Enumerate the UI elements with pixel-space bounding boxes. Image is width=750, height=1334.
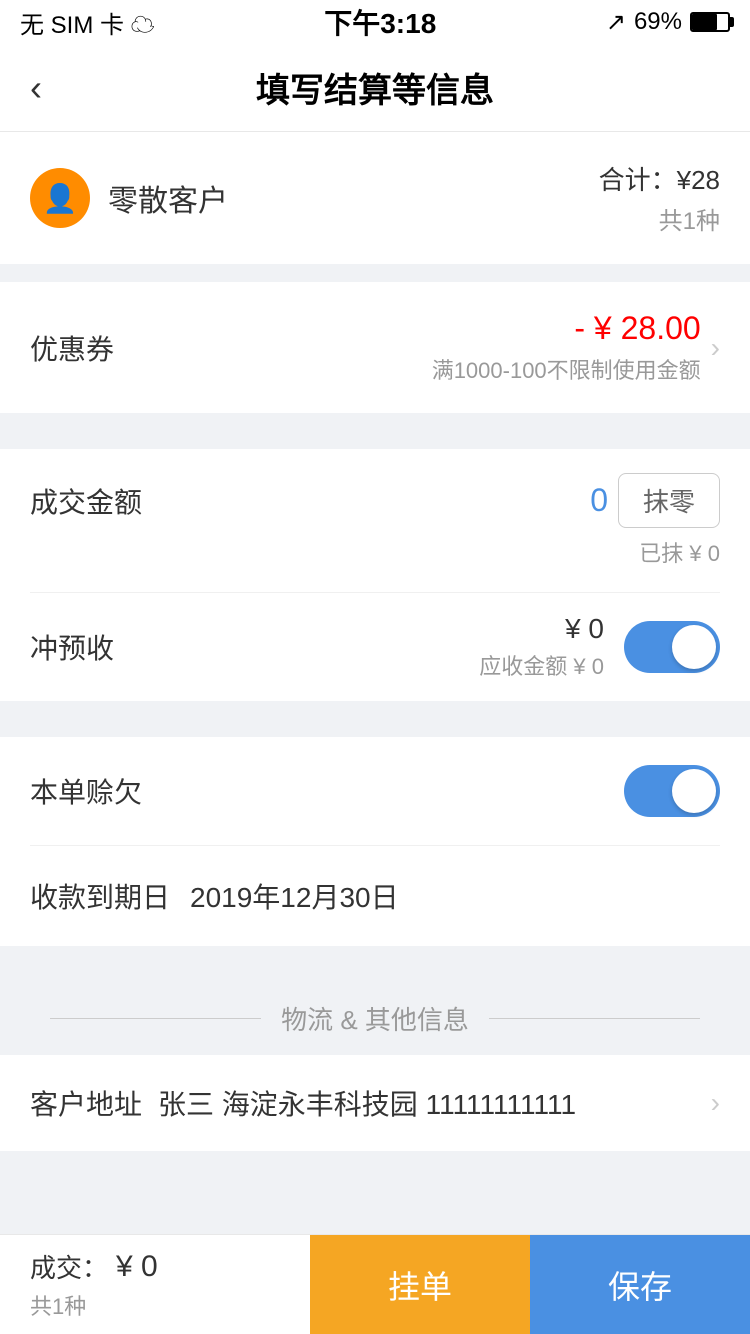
deal-amount-right: 0 抹零 — [590, 473, 720, 528]
status-right: ↗ 69% — [606, 8, 730, 37]
bottom-bar: 成交： ¥ 0 共1种 挂单 保存 — [0, 1234, 750, 1334]
logistics-title: 物流 & 其他信息 — [281, 1000, 469, 1037]
total-count: 共1种 — [599, 201, 720, 236]
address-label: 客户地址 — [30, 1083, 142, 1123]
section-divider-2 — [0, 719, 750, 737]
logistics-header: 物流 & 其他信息 — [0, 982, 750, 1055]
address-section[interactable]: 客户地址 张三 海淀永丰科技园 11111111111 › — [0, 1055, 750, 1151]
prepay-row: 冲预收 ¥ 0 应收金额 ¥ 0 — [0, 593, 750, 701]
coupon-chevron-icon: › — [711, 332, 720, 364]
deal-amount-row: 成交金额 0 抹零 已抹 ¥ 0 — [0, 449, 750, 592]
prepay-main-amount: ¥ 0 — [479, 613, 604, 645]
prepay-amounts: ¥ 0 应收金额 ¥ 0 — [479, 613, 604, 681]
battery-percent: 69% — [634, 8, 682, 36]
save-button[interactable]: 保存 — [530, 1235, 750, 1334]
due-date-row: 收款到期日 2019年12月30日 — [0, 846, 750, 946]
bottom-deal-label: 成交： — [30, 1248, 108, 1285]
section-divider-3 — [0, 964, 750, 982]
due-date-label: 收款到期日 — [30, 876, 170, 916]
customer-avatar: 👤 — [30, 168, 90, 228]
deal-top: 成交金额 0 抹零 — [30, 473, 720, 528]
status-bar: 无 SIM 卡 ☁ 下午3:18 ↗ 69% — [0, 0, 750, 44]
bottom-info: 成交： ¥ 0 共1种 — [0, 1248, 310, 1321]
back-button[interactable]: ‹ — [30, 67, 42, 109]
customer-section: 👤 零散客户 合计：¥28 共1种 — [0, 132, 750, 264]
bottom-count: 共1种 — [30, 1289, 280, 1321]
customer-total: 合计：¥28 共1种 — [599, 160, 720, 236]
status-left: 无 SIM 卡 ☁ — [20, 5, 155, 40]
deal-sub-text: 已抹 ¥ 0 — [30, 536, 720, 568]
customer-row: 👤 零散客户 合计：¥28 共1种 — [0, 132, 750, 264]
bottom-deal-row: 成交： ¥ 0 — [30, 1248, 280, 1285]
deal-value: 0 — [590, 482, 608, 519]
coupon-right: - ¥ 28.00 满1000-100不限制使用金额 › — [432, 310, 720, 385]
section-divider-1 — [0, 431, 750, 449]
no-sim-text: 无 SIM 卡 ☁ — [20, 5, 155, 40]
deal-prepay-section: 成交金额 0 抹零 已抹 ¥ 0 冲预收 ¥ 0 应收金额 ¥ 0 — [0, 449, 750, 701]
nav-bar: ‹ 填写结算等信息 — [0, 44, 750, 132]
prepay-label: 冲预收 — [30, 627, 114, 667]
pending-button[interactable]: 挂单 — [310, 1235, 530, 1334]
customer-info: 👤 零散客户 — [30, 168, 228, 228]
debt-section: 本单赊欠 收款到期日 2019年12月30日 — [0, 737, 750, 946]
total-amount-label: 合计：¥28 — [599, 160, 720, 197]
coupon-discount: - ¥ 28.00 — [432, 310, 701, 347]
address-value: 张三 海淀永丰科技园 11111111111 — [142, 1083, 711, 1123]
address-row[interactable]: 客户地址 张三 海淀永丰科技园 11111111111 › — [0, 1055, 750, 1151]
coupon-label: 优惠券 — [30, 328, 114, 368]
round-button[interactable]: 抹零 — [618, 473, 720, 528]
prepay-right: ¥ 0 应收金额 ¥ 0 — [479, 613, 720, 681]
prepay-toggle[interactable] — [624, 621, 720, 673]
address-chevron-icon: › — [711, 1087, 720, 1119]
status-time: 下午3:18 — [324, 2, 436, 42]
coupon-section[interactable]: 优惠券 - ¥ 28.00 满1000-100不限制使用金额 › — [0, 282, 750, 413]
battery-icon — [690, 12, 730, 32]
coupon-detail: - ¥ 28.00 满1000-100不限制使用金额 — [432, 310, 701, 385]
coupon-desc: 满1000-100不限制使用金额 — [432, 353, 701, 385]
deal-amount-label: 成交金额 — [30, 481, 142, 521]
avatar-icon: 👤 — [43, 182, 78, 215]
coupon-row[interactable]: 优惠券 - ¥ 28.00 满1000-100不限制使用金额 › — [0, 282, 750, 413]
signal-icon: ↗ — [606, 8, 626, 37]
content-area: 👤 零散客户 合计：¥28 共1种 优惠券 - ¥ 28.00 满1000-10… — [0, 132, 750, 1289]
debt-toggle[interactable] — [624, 765, 720, 817]
debt-label: 本单赊欠 — [30, 771, 142, 811]
due-date-value: 2019年12月30日 — [190, 876, 399, 916]
page-title: 填写结算等信息 — [256, 63, 494, 112]
bottom-deal-amount: ¥ 0 — [116, 1250, 158, 1284]
prepay-sub-amount: 应收金额 ¥ 0 — [479, 649, 604, 681]
debt-row: 本单赊欠 — [0, 737, 750, 845]
customer-name: 零散客户 — [108, 176, 228, 220]
